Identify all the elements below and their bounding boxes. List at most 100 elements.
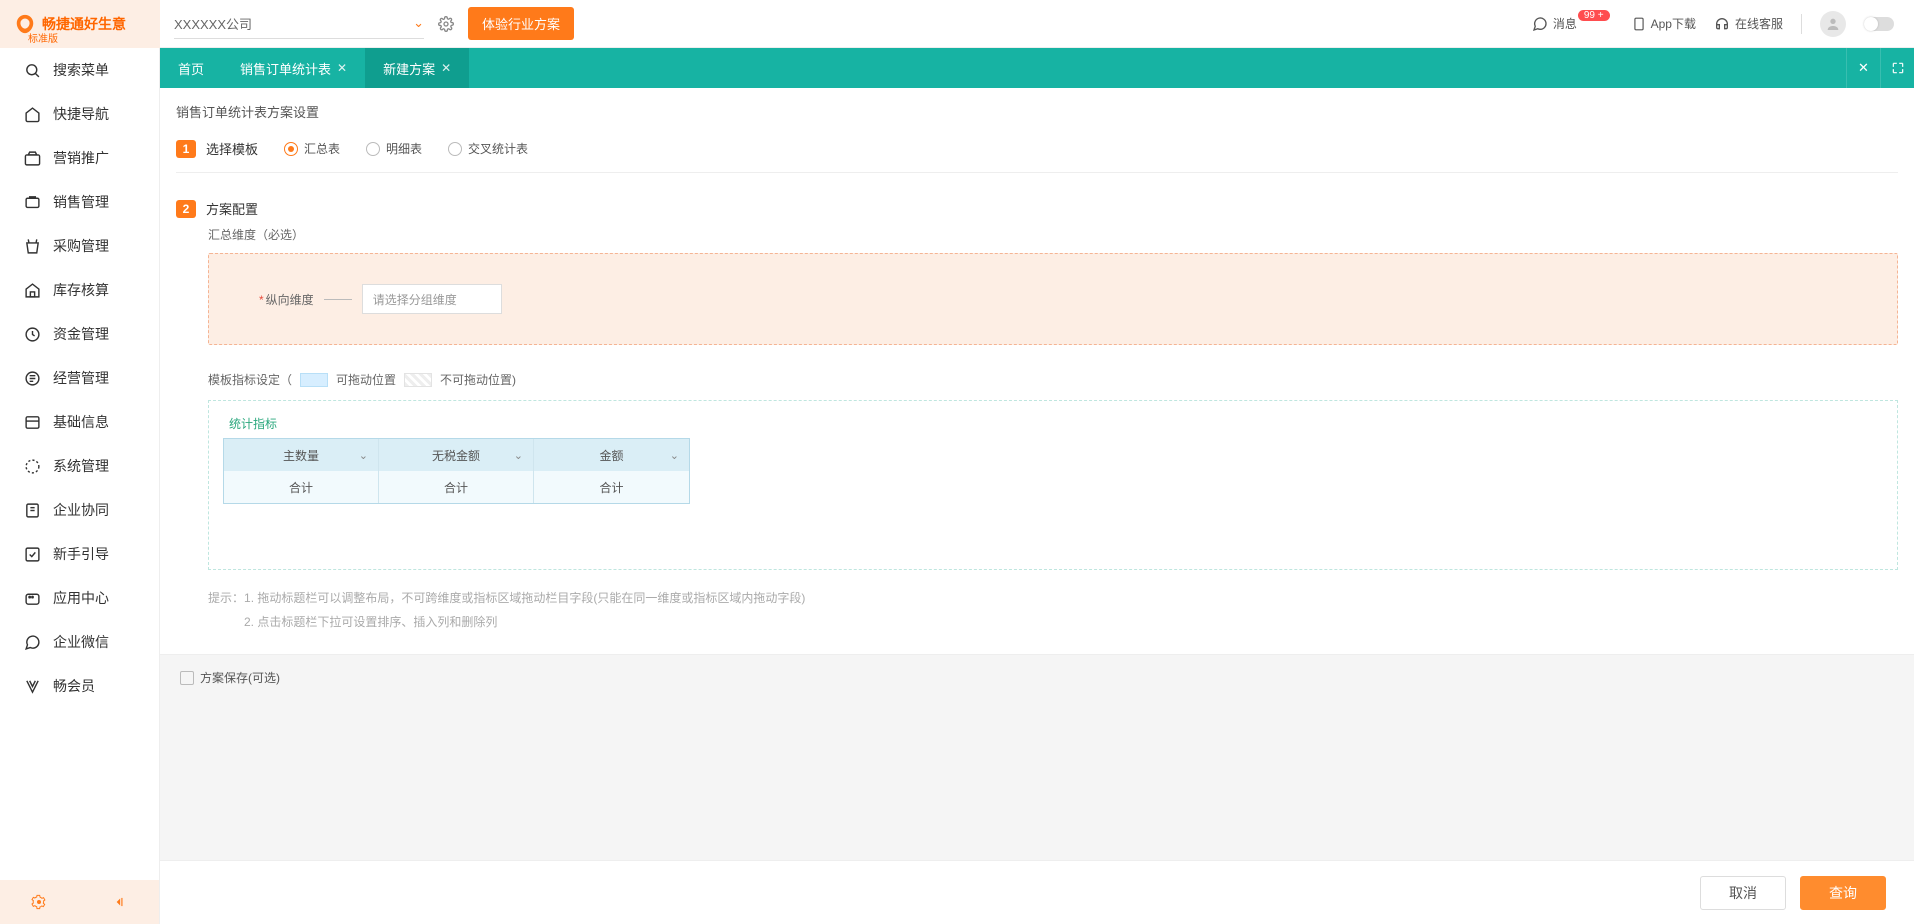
sidebar-icon (24, 502, 41, 519)
sidebar-item-label: 基础信息 (53, 412, 109, 432)
metric-total-cell: 合计 (224, 471, 379, 503)
sidebar-item-label: 搜索菜单 (53, 60, 109, 80)
sidebar-icon (24, 546, 41, 563)
sidebar-item-12[interactable]: 应用中心 (0, 576, 159, 620)
sidebar-item-10[interactable]: 企业协同 (0, 488, 159, 532)
sidebar-item-2[interactable]: 营销推广 (0, 136, 159, 180)
avatar[interactable] (1820, 11, 1846, 37)
sidebar-item-label: 资金管理 (53, 324, 109, 344)
trial-button[interactable]: 体验行业方案 (468, 7, 574, 40)
gear-icon[interactable] (438, 16, 454, 32)
sidebar-icon (24, 326, 41, 343)
metric-total-cell: 合计 (379, 471, 534, 503)
draggable-label: 可拖动位置 (336, 371, 396, 388)
hint-2: 2. 点击标题栏下拉可设置排序、插入列和删除列 (244, 615, 497, 629)
cs-label: 在线客服 (1735, 15, 1783, 32)
radio-detail[interactable]: 明细表 (366, 140, 422, 157)
page-content: 销售订单统计表方案设置 1 选择模板 汇总表 (160, 88, 1914, 924)
sidebar-item-label: 新手引导 (53, 544, 109, 564)
theme-toggle[interactable] (1864, 17, 1894, 31)
collapse-sidebar-icon[interactable] (110, 895, 128, 909)
sidebar-item-label: 经营管理 (53, 368, 109, 388)
draggable-swatch (300, 373, 328, 387)
sidebar-item-7[interactable]: 经营管理 (0, 356, 159, 400)
sidebar-item-0[interactable]: 搜索菜单 (0, 48, 159, 92)
radio-cross-label: 交叉统计表 (468, 140, 528, 157)
sidebar-item-8[interactable]: 基础信息 (0, 400, 159, 444)
messages-badge: 99 + (1578, 10, 1610, 21)
metric-column-header[interactable]: 无税金额 ⌄ (379, 439, 534, 471)
sidebar-icon (24, 634, 41, 651)
vertical-dimension-select[interactable]: 请选择分组维度 (362, 284, 502, 314)
sidebar-item-label: 系统管理 (53, 456, 109, 476)
sidebar-item-label: 应用中心 (53, 588, 109, 608)
chevron-down-icon: ⌄ (413, 15, 424, 31)
fullscreen-icon[interactable] (1880, 48, 1914, 88)
sidebar-icon (24, 414, 41, 431)
dimension-panel: *纵向维度 请选择分组维度 (208, 253, 1898, 345)
settings-icon[interactable] (31, 894, 47, 910)
metric-column-header[interactable]: 金额 ⌄ (534, 439, 689, 471)
radio-dot-icon (366, 142, 380, 156)
sidebar-item-9[interactable]: 系统管理 (0, 444, 159, 488)
query-button[interactable]: 查询 (1800, 876, 1886, 910)
tab-new-plan-label: 新建方案 (383, 59, 435, 78)
sidebar-item-label: 营销推广 (53, 148, 109, 168)
metric-column-header[interactable]: 主数量⌄ (224, 439, 379, 471)
step-number: 1 (176, 140, 196, 158)
hint-1: 1. 拖动标题栏可以调整布局，不可跨维度或指标区域拖动栏目字段(只能在同一维度或… (244, 591, 805, 605)
topbar: 畅捷通好生意 标准版 XXXXXX公司 ⌄ 体验行业方案 消息 99 + (0, 0, 1914, 48)
company-selector[interactable]: XXXXXX公司 ⌄ (174, 9, 424, 39)
tab-new-plan[interactable]: 新建方案 ✕ (365, 48, 469, 88)
divider (1801, 14, 1802, 34)
dimension-section-label: 汇总维度（必选） (208, 226, 1898, 243)
save-plan-row: 方案保存(可选) (160, 654, 1914, 700)
radio-summary[interactable]: 汇总表 (284, 140, 340, 157)
sidebar-item-13[interactable]: 企业微信 (0, 620, 159, 664)
radio-cross[interactable]: 交叉统计表 (448, 140, 528, 157)
save-plan-checkbox[interactable] (180, 671, 194, 685)
metrics-table: 主数量⌄无税金额⌄金额⌄ 合计合计合计 (223, 438, 690, 504)
sidebar-icon (24, 106, 41, 123)
sidebar-item-6[interactable]: 资金管理 (0, 312, 159, 356)
company-name: XXXXXX公司 (174, 14, 252, 33)
close-icon[interactable]: ✕ (337, 61, 347, 75)
tab-home[interactable]: 首页 (160, 48, 222, 88)
not-draggable-label: 不可拖动位置) (440, 371, 516, 388)
save-plan-label: 方案保存(可选) (200, 669, 280, 686)
sidebar-icon (24, 238, 41, 255)
sidebar-item-5[interactable]: 库存核算 (0, 268, 159, 312)
metric-column-label: 无税金额 (432, 447, 480, 464)
sidebar-item-1[interactable]: 快捷导航 (0, 92, 159, 136)
sidebar-item-label: 企业协同 (53, 500, 109, 520)
close-icon[interactable]: ✕ (441, 61, 451, 75)
metric-total-cell: 合计 (534, 471, 689, 503)
sidebar-item-14[interactable]: 畅会员 (0, 664, 159, 708)
metric-column-label: 金额 (599, 447, 623, 464)
indicator-legend-prefix: 模板指标设定（ (208, 371, 292, 388)
cancel-button[interactable]: 取消 (1700, 876, 1786, 910)
customer-service-link[interactable]: 在线客服 (1714, 15, 1783, 32)
close-all-tabs-icon[interactable]: ✕ (1846, 48, 1880, 88)
chevron-down-icon[interactable]: ⌄ (670, 449, 679, 462)
sidebar-item-3[interactable]: 销售管理 (0, 180, 159, 224)
brand-edition: 标准版 (28, 30, 58, 45)
sidebar-item-4[interactable]: 采购管理 (0, 224, 159, 268)
sidebar-icon (24, 678, 41, 695)
sidebar-item-label: 库存核算 (53, 280, 109, 300)
step-select-template: 1 选择模板 汇总表 明细表 (176, 131, 1898, 173)
messages-link[interactable]: 消息 99 + (1532, 15, 1614, 32)
tab-sales-stats[interactable]: 销售订单统计表 ✕ (222, 48, 365, 88)
step-title: 选择模板 (206, 139, 258, 158)
sidebar-icon (24, 62, 41, 79)
hints: 提示：1. 拖动标题栏可以调整布局，不可跨维度或指标区域拖动栏目字段(只能在同一… (208, 586, 1898, 634)
sidebar-item-11[interactable]: 新手引导 (0, 532, 159, 576)
app-download-label: App下载 (1651, 15, 1696, 32)
chevron-down-icon[interactable]: ⌄ (359, 449, 368, 462)
sidebar-item-label: 采购管理 (53, 236, 109, 256)
app-download-link[interactable]: App下载 (1632, 15, 1696, 32)
connector-line (324, 299, 352, 300)
tab-sales-stats-label: 销售订单统计表 (240, 59, 331, 78)
topbar-right: 消息 99 + App下载 在线客服 (1532, 11, 1914, 37)
chevron-down-icon[interactable]: ⌄ (514, 449, 523, 462)
